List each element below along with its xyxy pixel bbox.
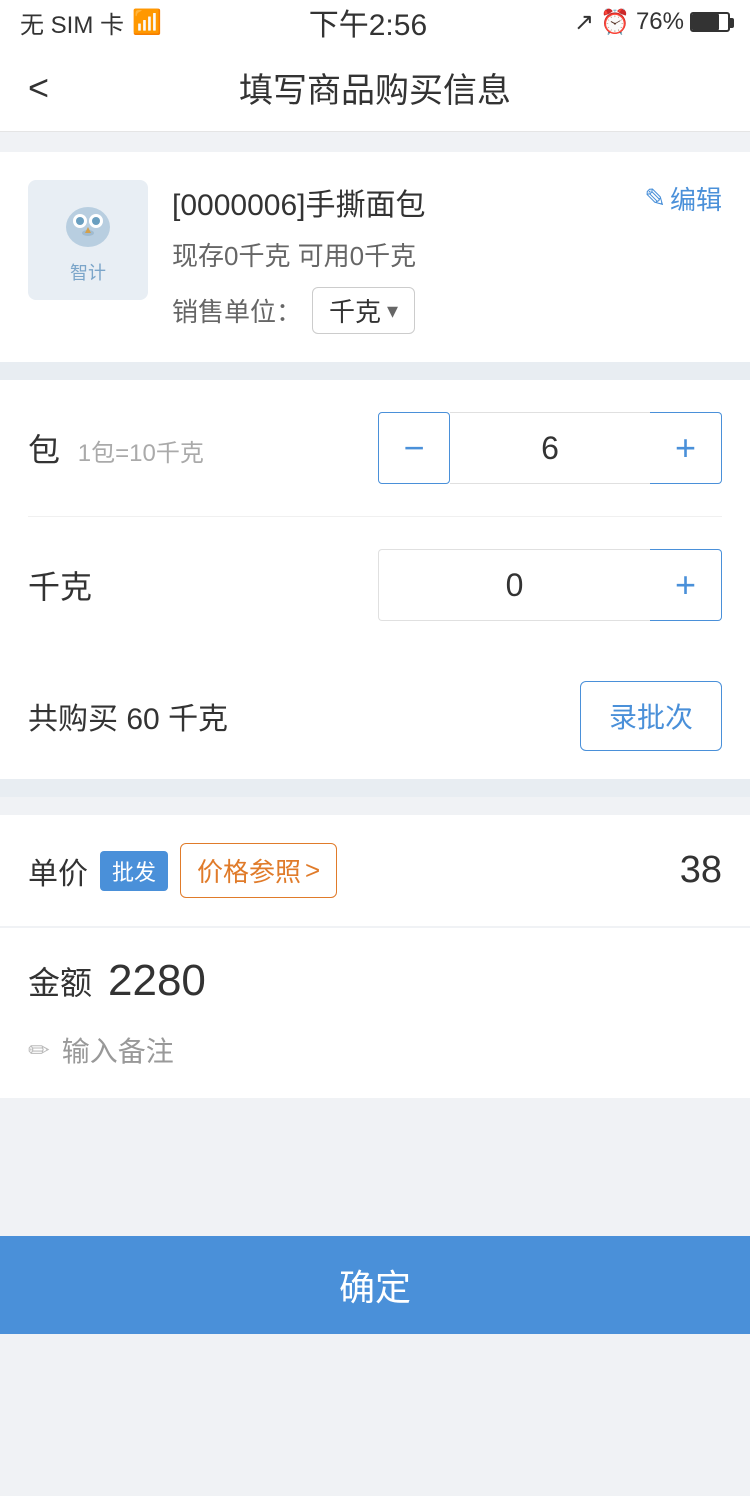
battery-percent: 76% <box>636 8 684 36</box>
unit-label: 销售单位： <box>172 292 302 329</box>
product-card: 智计 [0000006]手撕面包 ✎ 编辑 现存0千克 可用0千克 销售单位： … <box>0 152 750 362</box>
kg-qty-input[interactable] <box>378 549 650 621</box>
total-text: 共购买 60 千克 <box>28 694 228 738</box>
section-divider-1 <box>0 362 750 380</box>
bag-label-group: 包 1包=10千克 <box>28 425 204 471</box>
product-unit-row: 销售单位： 千克 ▾ <box>172 287 722 334</box>
bag-increment-button[interactable]: + <box>650 412 722 484</box>
total-section: 共购买 60 千克 录批次 <box>0 653 750 779</box>
price-label: 单价 <box>28 849 88 893</box>
product-image: 智计 <box>28 180 148 300</box>
status-bar: 无 SIM 卡 📶 下午2:56 ↗ ⏰ 76% <box>0 0 750 44</box>
total-label: 共购买 <box>28 703 118 736</box>
status-right: ↗ ⏰ 76% <box>574 8 730 37</box>
unit-value: 千克 <box>329 292 381 329</box>
product-info: [0000006]手撕面包 ✎ 编辑 现存0千克 可用0千克 销售单位： 千克 … <box>172 180 722 334</box>
kg-label-group: 千克 <box>28 562 92 608</box>
page-title: 填写商品购买信息 <box>239 63 511 112</box>
remark-row[interactable]: ✏ 输入备注 <box>28 1030 722 1070</box>
edit-button[interactable]: ✎ 编辑 <box>644 180 722 217</box>
price-left: 单价 批发 价格参照 > <box>28 843 337 898</box>
kg-increment-button[interactable]: + <box>650 549 722 621</box>
kg-qty-controls: + <box>378 549 722 621</box>
batch-button[interactable]: 录批次 <box>580 681 722 751</box>
chevron-down-icon: ▾ <box>387 298 398 324</box>
price-value: 38 <box>680 849 722 892</box>
price-tag: 批发 <box>100 851 168 891</box>
wifi-icon: 📶 <box>132 8 162 37</box>
price-ref-label: 价格参照 <box>197 852 301 889</box>
nav-bar: < 填写商品购买信息 <box>0 44 750 132</box>
price-section: 单价 批发 价格参照 > 38 <box>0 815 750 926</box>
bag-sublabel: 1包=10千克 <box>78 440 204 467</box>
kg-qty-row: 千克 + <box>28 517 722 653</box>
total-unit-text: 千克 <box>168 703 228 736</box>
unit-selector[interactable]: 千克 ▾ <box>312 287 415 334</box>
total-unit <box>160 703 168 736</box>
price-ref-button[interactable]: 价格参照 > <box>180 843 337 898</box>
edit-label: 编辑 <box>670 180 722 217</box>
remark-label: 输入备注 <box>62 1030 174 1070</box>
status-left: 无 SIM 卡 📶 <box>20 5 162 40</box>
alarm-icon: ⏰ <box>600 8 630 37</box>
chevron-right-icon: > <box>305 855 320 886</box>
total-value-num: 60 <box>126 703 159 736</box>
amount-row: 金额 2280 <box>28 956 722 1006</box>
confirm-button[interactable]: 确定 <box>0 1236 750 1334</box>
amount-value: 2280 <box>108 956 206 1006</box>
battery-icon <box>690 12 730 32</box>
section-divider-2 <box>0 779 750 797</box>
product-name: [0000006]手撕面包 <box>172 180 425 224</box>
bag-label: 包 <box>28 432 60 468</box>
product-stock: 现存0千克 可用0千克 <box>172 236 722 273</box>
bag-decrement-button[interactable]: − <box>378 412 450 484</box>
carrier-text: 无 SIM 卡 <box>20 5 124 40</box>
qty-section: 包 1包=10千克 − + 千克 + <box>0 380 750 653</box>
bag-qty-input[interactable] <box>450 412 650 484</box>
amount-label: 金额 <box>28 958 92 1004</box>
kg-label: 千克 <box>28 569 92 605</box>
edit-icon: ✎ <box>644 183 666 214</box>
status-time: 下午2:56 <box>309 0 427 44</box>
location-icon: ↗ <box>574 8 594 37</box>
back-button[interactable]: < <box>28 67 49 109</box>
pencil-icon: ✏ <box>28 1035 50 1066</box>
bag-qty-controls: − + <box>378 412 722 484</box>
bag-qty-row: 包 1包=10千克 − + <box>28 380 722 517</box>
amount-section: 金额 2280 ✏ 输入备注 <box>0 928 750 1098</box>
